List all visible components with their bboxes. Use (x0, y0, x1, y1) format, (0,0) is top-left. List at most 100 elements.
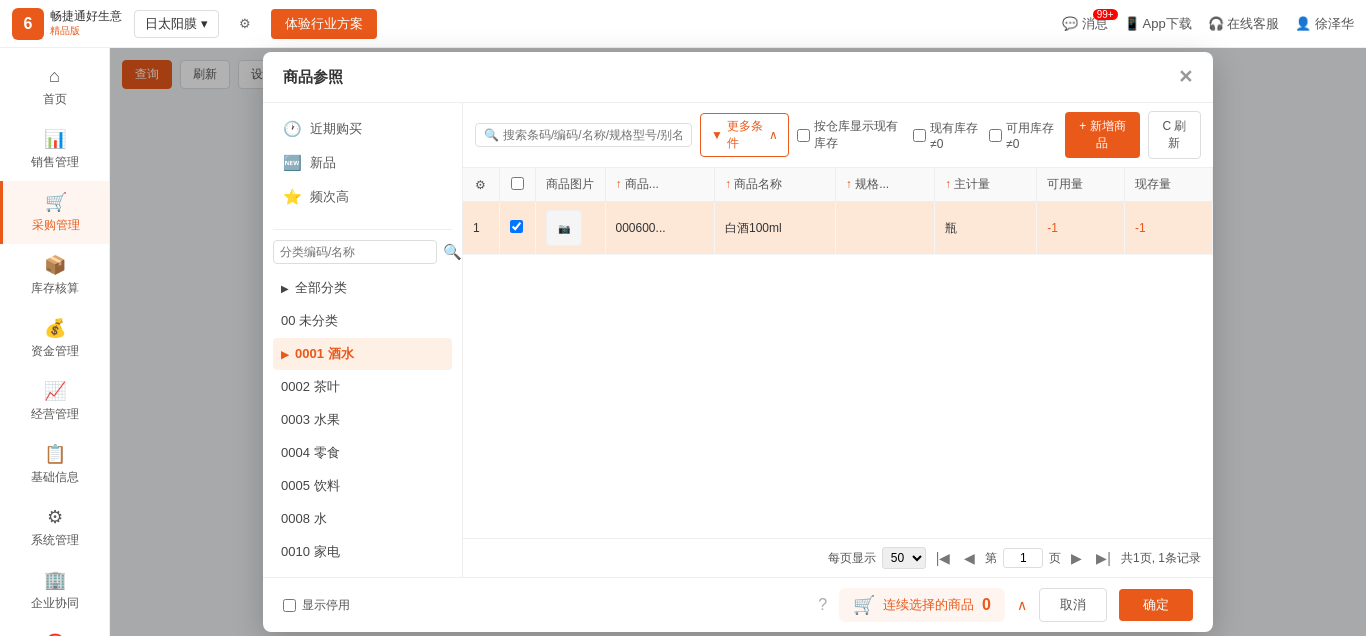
th-stock[interactable]: 现存量 (1125, 168, 1213, 202)
cat-tea[interactable]: 0002 茶叶 (273, 371, 452, 403)
cat-snack[interactable]: 0004 零食 (273, 437, 452, 469)
sidebar-label-basic: 基础信息 (31, 469, 79, 486)
trial-button[interactable]: 体验行业方案 (271, 9, 377, 39)
settings-icon[interactable]: ⚙ (231, 10, 259, 38)
sidebar-item-finance[interactable]: 💰 资金管理 (0, 307, 109, 370)
last-page-button[interactable]: ▶| (1092, 548, 1115, 568)
sidebar-item-business[interactable]: 📈 经营管理 (0, 370, 109, 433)
new-icon: 🆕 (283, 154, 302, 172)
tab-frequent-label: 频次高 (310, 188, 349, 206)
guide-icon: 🎯 (44, 632, 66, 636)
sidebar-item-purchase[interactable]: 🛒 采购管理 (0, 181, 109, 244)
sidebar-item-sales[interactable]: 📊 销售管理 (0, 118, 109, 181)
cancel-button[interactable]: 取消 (1039, 588, 1107, 622)
modal-body: 🕐 近期购买 🆕 新品 ⭐ 频次高 (263, 103, 1213, 577)
th-check[interactable] (499, 168, 535, 202)
sidebar-label-home: 首页 (43, 91, 67, 108)
category-search-button[interactable]: 🔍 (443, 243, 462, 261)
td-stock: -1 (1125, 202, 1213, 255)
cat-drink-label: 0005 饮料 (281, 477, 340, 495)
table-row[interactable]: 1 📷 000600... 白酒100ml (463, 202, 1213, 255)
checkbox-available-input[interactable] (989, 129, 1002, 142)
tab-recent-purchase[interactable]: 🕐 近期购买 (273, 113, 452, 145)
first-page-button[interactable]: |◀ (932, 548, 955, 568)
confirm-button[interactable]: 确定 (1119, 589, 1193, 621)
cat-wine[interactable]: ▶ 0001 酒水 (273, 338, 452, 370)
checkbox-warehouse-input[interactable] (797, 129, 810, 142)
help-icon[interactable]: ? (818, 596, 827, 614)
sidebar-item-system[interactable]: ⚙ 系统管理 (0, 496, 109, 559)
select-all-checkbox[interactable] (511, 177, 524, 190)
td-available: -1 (1037, 202, 1125, 255)
refresh-button[interactable]: C 刷新 (1148, 111, 1201, 159)
modal-header: 商品参照 ✕ (263, 52, 1213, 103)
td-name: 白酒100ml (715, 202, 836, 255)
nav-selector[interactable]: 日太阳膜 ▾ (134, 10, 219, 38)
th-spec[interactable]: ↑ 规格... (835, 168, 934, 202)
sidebar-item-inventory[interactable]: 📦 库存核算 (0, 244, 109, 307)
th-unit[interactable]: ↑ 主计量 (934, 168, 1036, 202)
cat-drink[interactable]: 0005 饮料 (273, 470, 452, 502)
sidebar-label-purchase: 采购管理 (32, 217, 80, 234)
sidebar-item-guide[interactable]: 🎯 新手引导 (0, 622, 109, 636)
online-service[interactable]: 🎧 在线客服 (1208, 15, 1280, 33)
cat-appliance[interactable]: 0010 家电 (273, 536, 452, 568)
username: 徐泽华 (1315, 16, 1354, 31)
chevron-down-icon: ▾ (201, 16, 208, 31)
th-image[interactable]: 商品图片 (535, 168, 605, 202)
cart-label: 连续选择的商品 (883, 596, 974, 614)
cart-area[interactable]: 🛒 连续选择的商品 0 (839, 588, 1005, 622)
message-area[interactable]: 💬 消息 99+ (1062, 15, 1108, 33)
tab-new-product[interactable]: 🆕 新品 (273, 147, 452, 179)
checkbox-current-stock[interactable]: 现有库存≠0 (913, 120, 981, 151)
cat-fruit[interactable]: 0003 水果 (273, 404, 452, 436)
cat-wine-label: 0001 酒水 (295, 345, 354, 363)
sort-icon-spec: ↑ (846, 177, 852, 191)
page-input[interactable] (1003, 548, 1043, 568)
sidebar-item-basic[interactable]: 📋 基础信息 (0, 433, 109, 496)
th-available[interactable]: 可用量 (1037, 168, 1125, 202)
filter-icon: ▼ (711, 128, 723, 142)
cat-uncategorized[interactable]: 00 未分类 (273, 305, 452, 337)
checkbox-available-stock[interactable]: 可用库存≠0 (989, 120, 1057, 151)
add-product-button[interactable]: + 新增商品 (1065, 112, 1140, 158)
star-icon: ⭐ (283, 188, 302, 206)
row-checkbox[interactable] (510, 220, 523, 233)
th-settings[interactable]: ⚙ (463, 168, 499, 202)
table-header: ⚙ 商品图片 ↑ 商品... (463, 168, 1213, 202)
product-thumbnail: 📷 (546, 210, 582, 246)
headphone-icon: 🎧 (1208, 16, 1224, 31)
user-area[interactable]: 👤 徐泽华 (1295, 15, 1354, 33)
product-search-input[interactable] (503, 128, 683, 142)
show-disabled-input[interactable] (283, 599, 296, 612)
td-check[interactable] (499, 202, 535, 255)
filter-button[interactable]: ▼ 更多条件 ∧ (700, 113, 789, 157)
stock-value: -1 (1135, 221, 1146, 235)
th-code[interactable]: ↑ 商品... (605, 168, 715, 202)
cat-all[interactable]: ▶ 全部分类 (273, 272, 452, 304)
show-disabled-checkbox[interactable]: 显示停用 (283, 597, 350, 614)
app-download[interactable]: 📱 App下载 (1124, 15, 1192, 33)
footer-right: ? 🛒 连续选择的商品 0 ∧ 取消 确定 (818, 588, 1193, 622)
product-search-box[interactable]: 🔍 (475, 123, 692, 147)
next-page-button[interactable]: ▶ (1067, 548, 1086, 568)
sidebar-item-enterprise[interactable]: 🏢 企业协同 (0, 559, 109, 622)
sidebar-item-home[interactable]: ⌂ 首页 (0, 56, 109, 118)
system-icon: ⚙ (47, 506, 63, 528)
checkbox-current-input[interactable] (913, 129, 926, 142)
per-page-select[interactable]: 50 (882, 547, 926, 569)
checkbox-warehouse-stock[interactable]: 按仓库显示现有库存 (797, 118, 906, 152)
prev-page-button[interactable]: ◀ (960, 548, 979, 568)
tab-frequent[interactable]: ⭐ 频次高 (273, 181, 452, 213)
checkbox-available-label: 可用库存≠0 (1006, 120, 1057, 151)
modal-close-button[interactable]: ✕ (1178, 66, 1193, 88)
th-name[interactable]: ↑ 商品名称 (715, 168, 836, 202)
arrow-icon: ▶ (281, 283, 289, 294)
cat-water[interactable]: 0008 水 (273, 503, 452, 535)
cat-snack-label: 0004 零食 (281, 444, 340, 462)
category-search-input[interactable] (273, 240, 437, 264)
th-available-label: 可用量 (1047, 177, 1083, 191)
chevron-up-icon[interactable]: ∧ (1017, 597, 1027, 613)
thumbnail-placeholder: 📷 (558, 223, 570, 234)
product-toolbar: 🔍 ▼ 更多条件 ∧ 按仓库显示现有库存 (463, 103, 1213, 168)
